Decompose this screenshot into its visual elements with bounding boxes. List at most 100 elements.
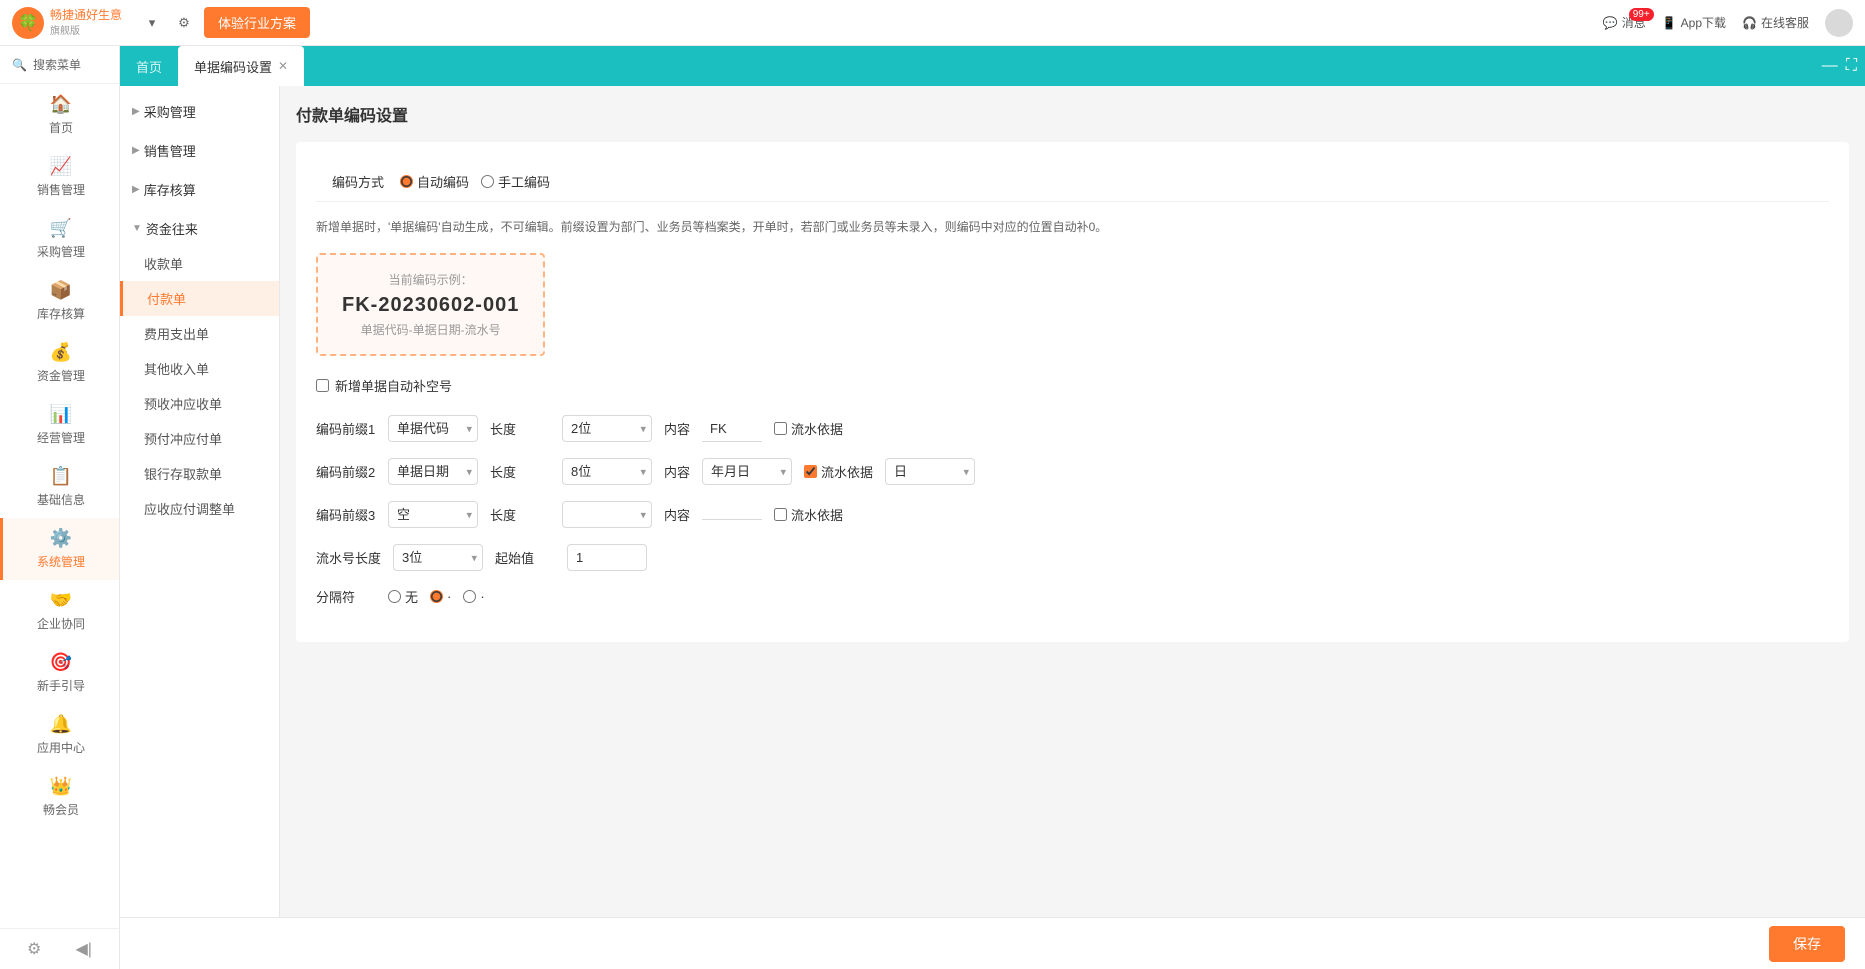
sidebar-item-inventory[interactable]: 📦 库存核算 [0, 270, 119, 332]
length-2-select[interactable]: 8位 [562, 458, 652, 485]
manual-code-label: 手工编码 [498, 172, 550, 191]
auto-code-radio[interactable] [400, 175, 413, 188]
sec-item-advance-receive[interactable]: 预收冲应收单 [120, 386, 279, 421]
start-value-label: 起始值 [495, 548, 555, 567]
start-value-input[interactable] [567, 544, 647, 571]
main-content: 付款单编码设置 编码方式 自动编码 手工编码 新增单据时，'单据编码'自动生成， [280, 86, 1865, 969]
sec-item-advance-pay[interactable]: 预付冲应付单 [120, 421, 279, 456]
separator-dot2-radio[interactable] [463, 590, 476, 603]
sec-item-receipt[interactable]: 收款单 [120, 246, 279, 281]
dropdown-icon[interactable]: ▾ [140, 11, 164, 35]
serial-length-select[interactable]: 3位 [393, 544, 483, 571]
serial-1-checkbox[interactable] [774, 422, 787, 435]
length-3-select[interactable] [562, 501, 652, 528]
sec-group-purchase: ▶ 采购管理 [120, 94, 279, 129]
purchase-icon: 🛒 [50, 218, 72, 239]
collapse-icon[interactable]: ◀| [75, 939, 91, 959]
settings-bottom-icon[interactable]: ⚙ [27, 939, 41, 959]
prefix-3-label: 编码前缀3 [316, 505, 376, 524]
serial-1-label: 流水依据 [791, 419, 843, 438]
serial-3-label: 流水依据 [791, 505, 843, 524]
tab-encoding-settings[interactable]: 单据编码设置 ✕ [178, 46, 304, 86]
sidebar-item-member-label: 畅会员 [43, 801, 79, 818]
separator-dot2-option[interactable]: · [463, 589, 484, 604]
sec-group-sales-label: 销售管理 [144, 141, 196, 160]
sec-group-purchase-title[interactable]: ▶ 采购管理 [120, 94, 279, 129]
logo-text-group: 畅捷通好生意 旗舰版 [50, 8, 122, 37]
sec-item-other-income[interactable]: 其他收入单 [120, 351, 279, 386]
tab-minimize-icon[interactable]: — [1822, 57, 1838, 75]
online-service-item[interactable]: 🎧 在线客服 [1742, 14, 1809, 31]
save-button[interactable]: 保存 [1769, 926, 1845, 962]
sec-item-adjustment[interactable]: 应收应付调整单 [120, 491, 279, 526]
headset-icon: 🎧 [1742, 16, 1757, 30]
tab-expand-icon[interactable]: ⛶ [1846, 57, 1857, 75]
sidebar-item-system-label: 系统管理 [37, 553, 85, 570]
sidebar-item-app-center[interactable]: 🔔 应用中心 [0, 704, 119, 766]
trial-button[interactable]: 体验行业方案 [204, 7, 310, 38]
prefix-3-select[interactable]: 空 [388, 501, 478, 528]
gear-icon[interactable]: ⚙ [172, 11, 196, 35]
sec-item-bank[interactable]: 银行存取款单 [120, 456, 279, 491]
sidebar-item-system[interactable]: ⚙️ 系统管理 [0, 518, 119, 580]
settings-card: 编码方式 自动编码 手工编码 新增单据时，'单据编码'自动生成，不可编辑。前缀设… [296, 142, 1849, 642]
sidebar-item-app-center-label: 应用中心 [37, 739, 85, 756]
hint-text: 新增单据时，'单据编码'自动生成，不可编辑。前缀设置为部门、业务员等档案类，开单… [316, 218, 1829, 237]
separator-none-radio[interactable] [388, 590, 401, 603]
app-download-item[interactable]: 📱 App下载 [1662, 14, 1726, 31]
sidebar-item-sales-label: 销售管理 [37, 181, 85, 198]
sidebar: 🔍 搜索菜单 🏠 首页 📈 销售管理 🛒 采购管理 📦 库存核算 💰 资金管理 … [0, 46, 120, 969]
manual-code-option[interactable]: 手工编码 [481, 172, 550, 191]
prefix-1-select[interactable]: 单据代码 [388, 415, 478, 442]
content-area: ▶ 采购管理 ▶ 销售管理 ▶ 库存核算 ▼ 资金往来 收款单 付款单 费用支出… [120, 86, 1865, 969]
sidebar-item-home[interactable]: 🏠 首页 [0, 84, 119, 146]
sidebar-item-basic-info[interactable]: 📋 基础信息 [0, 456, 119, 518]
sidebar-item-member[interactable]: 👑 畅会员 [0, 766, 119, 828]
length-1-select[interactable]: 2位 [562, 415, 652, 442]
serial-2-checkbox[interactable] [804, 465, 817, 478]
message-item[interactable]: 💬 消息 99+ [1603, 14, 1646, 31]
sec-group-inventory-title[interactable]: ▶ 库存核算 [120, 172, 279, 207]
serial-1-checkbox-row: 流水依据 [774, 419, 843, 438]
chevron-right-icon-3: ▶ [132, 184, 140, 195]
separator-dot-option[interactable]: · [430, 589, 451, 604]
manual-code-radio[interactable] [481, 175, 494, 188]
content-1-value: FK [702, 416, 762, 442]
serial-3-checkbox[interactable] [774, 508, 787, 521]
period-select[interactable]: 日 [885, 458, 975, 485]
logo-icon: 🍀 [12, 7, 44, 39]
content-2-select[interactable]: 年月日 [702, 458, 792, 485]
auto-fill-checkbox[interactable] [316, 379, 329, 392]
enterprise-icon: 🤝 [50, 590, 72, 611]
sidebar-item-sales[interactable]: 📈 销售管理 [0, 146, 119, 208]
sidebar-item-purchase[interactable]: 🛒 采购管理 [0, 208, 119, 270]
sidebar-menu: 🏠 首页 📈 销售管理 🛒 采购管理 📦 库存核算 💰 资金管理 📊 经营管理 … [0, 84, 119, 928]
page-title: 付款单编码设置 [296, 102, 1849, 126]
length-1-label: 长度 [490, 419, 550, 438]
separator-dot-radio[interactable] [430, 590, 443, 603]
nav-controls: ▾ ⚙ 体验行业方案 [140, 7, 310, 38]
avatar[interactable] [1825, 9, 1853, 37]
prefix-2-select[interactable]: 单据日期 [388, 458, 478, 485]
tab-home[interactable]: 首页 [120, 46, 178, 86]
sidebar-item-enterprise[interactable]: 🤝 企业协同 [0, 580, 119, 642]
message-icon: 💬 [1603, 16, 1618, 30]
sidebar-item-guide[interactable]: 🎯 新手引导 [0, 642, 119, 704]
separator-none-option[interactable]: 无 [388, 587, 418, 606]
search-menu[interactable]: 🔍 搜索菜单 [0, 46, 119, 84]
secondary-sidebar: ▶ 采购管理 ▶ 销售管理 ▶ 库存核算 ▼ 资金往来 收款单 付款单 费用支出… [120, 86, 280, 969]
auto-code-option[interactable]: 自动编码 [400, 172, 469, 191]
preview-label: 当前编码示例： [342, 271, 519, 288]
sidebar-item-operations[interactable]: 📊 经营管理 [0, 394, 119, 456]
sec-item-expense[interactable]: 费用支出单 [120, 316, 279, 351]
sec-item-payment[interactable]: 付款单 [120, 281, 279, 316]
tab-close-icon[interactable]: ✕ [278, 59, 288, 73]
sec-group-capital-title[interactable]: ▼ 资金往来 [120, 211, 279, 246]
prefix-3-select-wrapper: 空 [388, 501, 478, 528]
sidebar-item-finance[interactable]: 💰 资金管理 [0, 332, 119, 394]
sidebar-item-enterprise-label: 企业协同 [37, 615, 85, 632]
sec-group-capital: ▼ 资金往来 收款单 付款单 费用支出单 其他收入单 预收冲应收单 预付冲应付单… [120, 211, 279, 526]
sidebar-item-guide-label: 新手引导 [37, 677, 85, 694]
sec-group-sales-title[interactable]: ▶ 销售管理 [120, 133, 279, 168]
preview-box: 当前编码示例： FK-20230602-001 单据代码-单据日期-流水号 [316, 253, 545, 356]
